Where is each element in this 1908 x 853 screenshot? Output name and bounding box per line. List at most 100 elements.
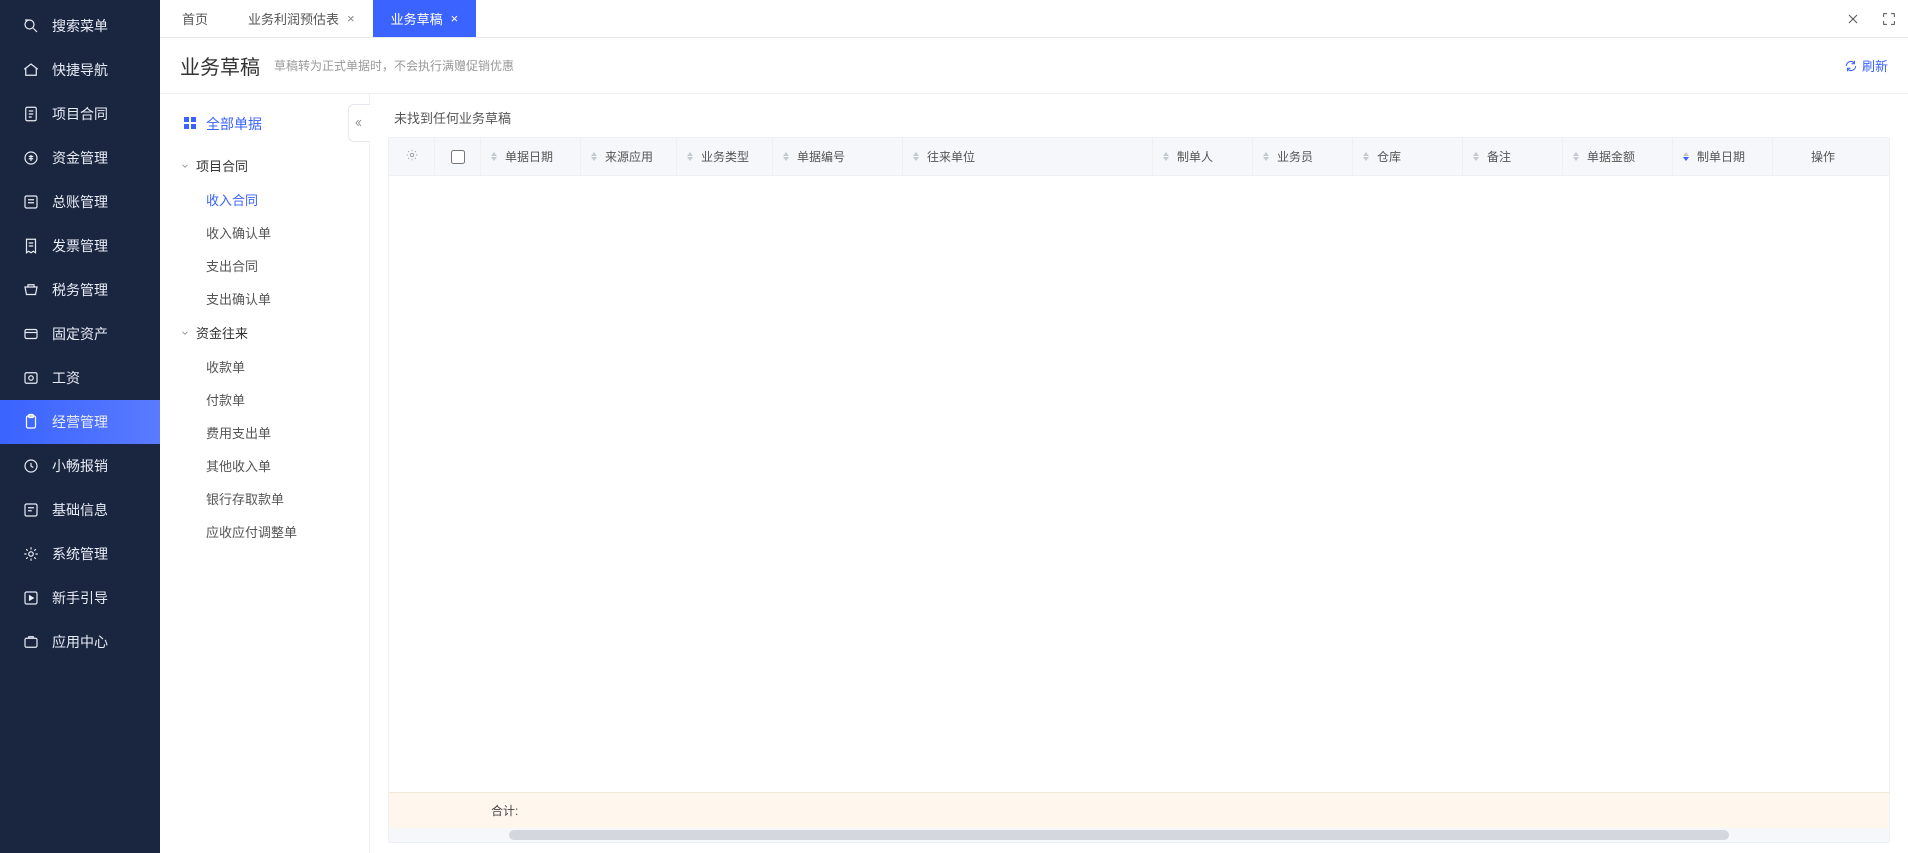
col-action: 操作 <box>1773 138 1873 175</box>
page-subtitle: 草稿转为正式单据时，不会执行满赠促销优惠 <box>274 57 514 74</box>
leaf-income-contract[interactable]: 收入合同 <box>160 183 369 216</box>
leaf-expense-contract[interactable]: 支出合同 <box>160 249 369 282</box>
sidebar-item-reimb[interactable]: 小畅报销 <box>0 444 160 488</box>
reimburse-icon <box>22 457 40 475</box>
sidebar-label: 应用中心 <box>52 632 108 652</box>
sidebar-label: 税务管理 <box>52 280 108 300</box>
sidebar-item-fund[interactable]: 资金管理 <box>0 136 160 180</box>
horizontal-scrollbar[interactable] <box>389 828 1889 842</box>
leaf-expense-confirm[interactable]: 支出确认单 <box>160 282 369 315</box>
sidebar-item-asset[interactable]: 固定资产 <box>0 312 160 356</box>
leaf-ar-ap-adjust[interactable]: 应收应付调整单 <box>160 515 369 548</box>
leaf-expense-bill[interactable]: 费用支出单 <box>160 416 369 449</box>
col-partner[interactable]: 往来单位 <box>903 138 1153 175</box>
leaf-payment[interactable]: 付款单 <box>160 383 369 416</box>
table-body <box>389 176 1889 792</box>
document-icon <box>22 105 40 123</box>
sidebar-label: 小畅报销 <box>52 456 108 476</box>
scrollbar-thumb[interactable] <box>509 830 1729 840</box>
col-create-date[interactable]: 制单日期 <box>1673 138 1773 175</box>
sidebar-label: 基础信息 <box>52 500 108 520</box>
col-doc-no[interactable]: 单据编号 <box>773 138 903 175</box>
sidebar-label: 固定资产 <box>52 324 108 344</box>
page-title: 业务草稿 <box>180 51 260 80</box>
table-header-row: 单据日期 来源应用 业务类型 单据编号 往来单位 制单人 业务员 仓库 备注 单… <box>389 138 1889 176</box>
chevron-down-icon <box>180 161 190 171</box>
sidebar-item-apps[interactable]: 应用中心 <box>0 620 160 664</box>
sidebar-label: 搜索菜单 <box>52 16 108 36</box>
chevron-left-icon <box>354 117 366 129</box>
home-icon <box>22 61 40 79</box>
main-sidebar: 搜索菜单 快捷导航 项目合同 资金管理 总账管理 发票管理 税务管理 固定资产 <box>0 0 160 853</box>
category-panel: 全部单据 项目合同 收入合同 收入确认单 支出合同 支出确认单 资金往来 收款单 <box>160 94 370 853</box>
sidebar-item-gl[interactable]: 总账管理 <box>0 180 160 224</box>
sidebar-item-biz[interactable]: 经营管理 <box>0 400 160 444</box>
leaf-income-confirm[interactable]: 收入确认单 <box>160 216 369 249</box>
col-creator[interactable]: 制单人 <box>1153 138 1253 175</box>
play-icon <box>22 589 40 607</box>
asset-icon <box>22 325 40 343</box>
leaf-bank-transfer[interactable]: 银行存取款单 <box>160 482 369 515</box>
sidebar-item-search[interactable]: 搜索菜单 <box>0 4 160 48</box>
close-icon[interactable]: × <box>451 11 459 26</box>
ledger-icon <box>22 193 40 211</box>
close-icon[interactable]: × <box>347 11 355 26</box>
footer-total-label: 合计: <box>481 802 528 819</box>
tab-home[interactable]: 首页 <box>160 0 230 37</box>
sidebar-item-sys[interactable]: 系统管理 <box>0 532 160 576</box>
table-area: 未找到任何业务草稿 单据日期 来源应用 业务类型 单据编号 往来单位 制单人 业… <box>370 94 1908 853</box>
tab-label: 业务草稿 <box>391 9 443 28</box>
tab-biz-draft[interactable]: 业务草稿 × <box>373 0 477 37</box>
col-amount[interactable]: 单据金额 <box>1563 138 1673 175</box>
empty-message: 未找到任何业务草稿 <box>388 108 1890 137</box>
close-all-button[interactable] <box>1840 6 1866 32</box>
group-label: 资金往来 <box>196 323 248 342</box>
tab-label: 首页 <box>182 9 208 28</box>
sidebar-label: 发票管理 <box>52 236 108 256</box>
sidebar-item-tax[interactable]: 税务管理 <box>0 268 160 312</box>
main-panel: 首页 业务利润预估表 × 业务草稿 × 业务草稿 草稿转为正式单据时，不会执行满… <box>160 0 1908 853</box>
all-docs-label: 全部单据 <box>206 114 262 134</box>
apps-icon <box>22 633 40 651</box>
sidebar-label: 项目合同 <box>52 104 108 124</box>
group-fund-flow[interactable]: 资金往来 <box>160 315 369 350</box>
fullscreen-button[interactable] <box>1876 6 1902 32</box>
page-header: 业务草稿 草稿转为正式单据时，不会执行满赠促销优惠 刷新 <box>160 38 1908 94</box>
select-all-checkbox[interactable] <box>435 138 481 175</box>
coin-icon <box>22 149 40 167</box>
chevron-down-icon <box>180 328 190 338</box>
all-docs-button[interactable]: 全部单据 <box>160 108 369 148</box>
clipboard-icon <box>22 413 40 431</box>
sidebar-item-quicknav[interactable]: 快捷导航 <box>0 48 160 92</box>
col-sales[interactable]: 业务员 <box>1253 138 1353 175</box>
refresh-button[interactable]: 刷新 <box>1844 56 1888 75</box>
sidebar-item-base[interactable]: 基础信息 <box>0 488 160 532</box>
info-icon <box>22 501 40 519</box>
data-table: 单据日期 来源应用 业务类型 单据编号 往来单位 制单人 业务员 仓库 备注 单… <box>388 137 1890 843</box>
app-root: 搜索菜单 快捷导航 项目合同 资金管理 总账管理 发票管理 税务管理 固定资产 <box>0 0 1908 853</box>
col-biz-type[interactable]: 业务类型 <box>677 138 773 175</box>
column-settings-button[interactable] <box>389 138 435 175</box>
col-remark[interactable]: 备注 <box>1463 138 1563 175</box>
sidebar-item-invoice[interactable]: 发票管理 <box>0 224 160 268</box>
invoice-icon <box>22 237 40 255</box>
gear-icon <box>405 148 419 165</box>
tab-profit-estimate[interactable]: 业务利润预估表 × <box>230 0 373 37</box>
sidebar-label: 系统管理 <box>52 544 108 564</box>
leaf-receipt[interactable]: 收款单 <box>160 350 369 383</box>
tax-icon <box>22 281 40 299</box>
refresh-label: 刷新 <box>1862 56 1888 75</box>
sidebar-label: 快捷导航 <box>52 60 108 80</box>
refresh-icon <box>1844 59 1858 73</box>
group-project-contract[interactable]: 项目合同 <box>160 148 369 183</box>
sidebar-item-contract[interactable]: 项目合同 <box>0 92 160 136</box>
leaf-other-income[interactable]: 其他收入单 <box>160 449 369 482</box>
sidebar-item-wage[interactable]: 工资 <box>0 356 160 400</box>
group-label: 项目合同 <box>196 156 248 175</box>
sidebar-item-guide[interactable]: 新手引导 <box>0 576 160 620</box>
col-doc-date[interactable]: 单据日期 <box>481 138 581 175</box>
collapse-panel-button[interactable] <box>348 104 370 142</box>
sidebar-label: 工资 <box>52 368 80 388</box>
col-source-app[interactable]: 来源应用 <box>581 138 677 175</box>
col-warehouse[interactable]: 仓库 <box>1353 138 1463 175</box>
